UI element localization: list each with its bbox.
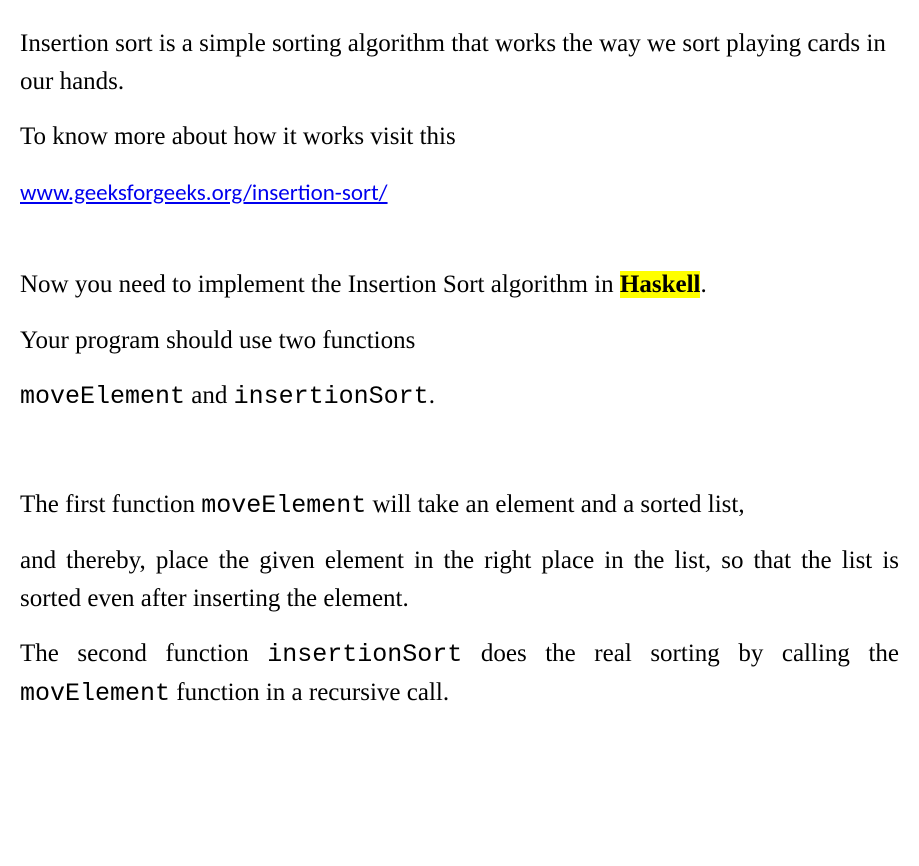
text-second-after: function in a recursive call. bbox=[170, 679, 449, 706]
code-insertionsort-2: insertionSort bbox=[267, 640, 462, 669]
paragraph-first-function: The first function moveElement will take… bbox=[20, 486, 899, 525]
paragraph-second-function: The second function insertionSort does t… bbox=[20, 635, 899, 712]
text-second-mid: does the real sorting by calling the bbox=[462, 640, 899, 667]
code-movelement: movElement bbox=[20, 679, 170, 708]
code-moveelement: moveElement bbox=[20, 382, 185, 411]
paragraph-more-info: To know more about how it works visit th… bbox=[20, 118, 899, 156]
highlight-haskell: Haskell bbox=[620, 271, 701, 298]
text-period: . bbox=[429, 382, 435, 409]
paragraph-thereby: and thereby, place the given element in … bbox=[20, 542, 899, 617]
task-text-after: . bbox=[700, 271, 706, 298]
code-moveelement-2: moveElement bbox=[201, 491, 366, 520]
task-text-before: Now you need to implement the Insertion … bbox=[20, 271, 620, 298]
paragraph-link-container: www.geeksforgeeks.org/insertion-sort/ bbox=[20, 174, 899, 212]
paragraph-functions-intro: Your program should use two functions bbox=[20, 322, 899, 360]
text-second-before: The second function bbox=[20, 640, 267, 667]
paragraph-task: Now you need to implement the Insertion … bbox=[20, 266, 899, 304]
paragraph-intro: Insertion sort is a simple sorting algor… bbox=[20, 25, 899, 100]
text-first-after: will take an element and a sorted list, bbox=[366, 491, 744, 518]
text-and: and bbox=[185, 382, 234, 409]
paragraph-function-names: moveElement and insertionSort. bbox=[20, 377, 899, 416]
code-insertionsort: insertionSort bbox=[234, 382, 429, 411]
reference-link[interactable]: www.geeksforgeeks.org/insertion-sort/ bbox=[20, 179, 388, 207]
text-first-before: The first function bbox=[20, 491, 201, 518]
